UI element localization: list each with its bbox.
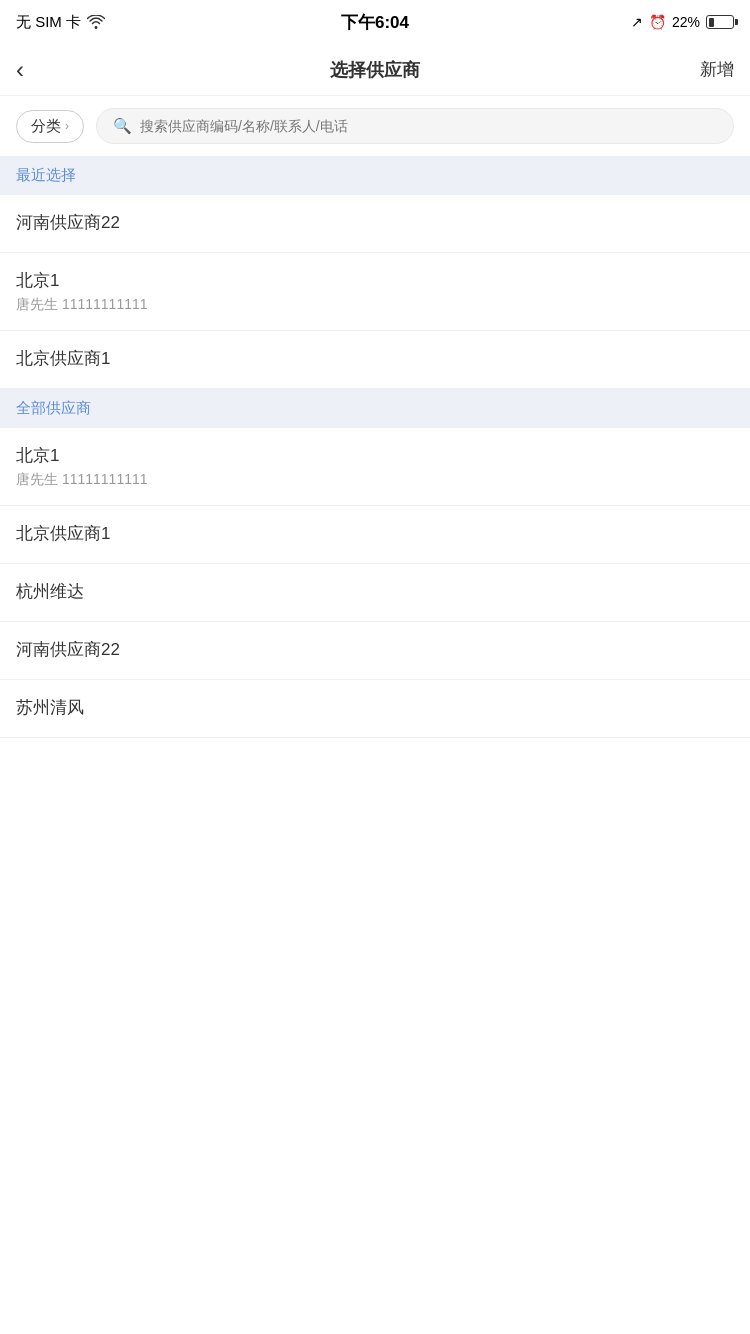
recent-section-header: 最近选择 — [0, 156, 750, 195]
status-left: 无 SIM 卡 — [16, 13, 105, 32]
recent-section-label: 最近选择 — [16, 166, 76, 183]
status-bar: 无 SIM 卡 下午6:04 ↗ ⏰ 22% — [0, 0, 750, 44]
item-name: 苏州清风 — [16, 696, 734, 719]
all-section-label: 全部供应商 — [16, 399, 91, 416]
battery-percent: 22% — [672, 14, 700, 30]
item-name: 北京供应商1 — [16, 347, 734, 370]
list-item[interactable]: 北京供应商1 — [0, 331, 750, 389]
item-name: 北京1 — [16, 269, 734, 292]
search-icon: 🔍 — [113, 117, 132, 135]
item-name: 河南供应商22 — [16, 211, 734, 234]
battery-icon — [706, 15, 734, 29]
status-time: 下午6:04 — [341, 11, 409, 34]
category-label: 分类 — [31, 117, 61, 136]
list-item[interactable]: 北京1 唐先生 11111111111 — [0, 253, 750, 331]
sim-label: 无 SIM 卡 — [16, 13, 81, 32]
location-icon: ↗ — [631, 14, 643, 30]
category-button[interactable]: 分类 › — [16, 110, 84, 143]
all-list: 北京1 唐先生 11111111111 北京供应商1 杭州维达河南供应商22 苏州清风 — [0, 428, 750, 738]
list-item[interactable]: 杭州维达 — [0, 564, 750, 622]
list-item[interactable]: 北京供应商1 — [0, 506, 750, 564]
list-item[interactable]: 河南供应商22 — [0, 622, 750, 680]
item-name: 杭州维达 — [16, 580, 734, 603]
alarm-icon: ⏰ — [649, 14, 666, 30]
search-input[interactable] — [140, 118, 717, 134]
status-right: ↗ ⏰ 22% — [631, 14, 734, 30]
list-item[interactable]: 苏州清风 — [0, 680, 750, 738]
item-name: 北京供应商1 — [16, 522, 734, 545]
item-name: 北京1 — [16, 444, 734, 467]
add-button[interactable]: 新增 — [700, 58, 734, 81]
item-name: 河南供应商22 — [16, 638, 734, 661]
list-item[interactable]: 河南供应商22 — [0, 195, 750, 253]
filter-bar: 分类 › 🔍 — [0, 96, 750, 156]
nav-bar: ‹ 选择供应商 新增 — [0, 44, 750, 96]
search-bar: 🔍 — [96, 108, 734, 144]
list-item[interactable]: 北京1 唐先生 11111111111 — [0, 428, 750, 506]
recent-list: 河南供应商22 北京1 唐先生 11111111111 北京供应商1 — [0, 195, 750, 389]
page-title: 选择供应商 — [330, 58, 420, 82]
wifi-icon — [87, 15, 105, 29]
chevron-right-icon: › — [65, 119, 69, 133]
item-sub: 唐先生 11111111111 — [16, 296, 734, 314]
back-button[interactable]: ‹ — [16, 56, 56, 84]
item-sub: 唐先生 11111111111 — [16, 471, 734, 489]
all-section-header: 全部供应商 — [0, 389, 750, 428]
battery-fill — [709, 18, 714, 27]
